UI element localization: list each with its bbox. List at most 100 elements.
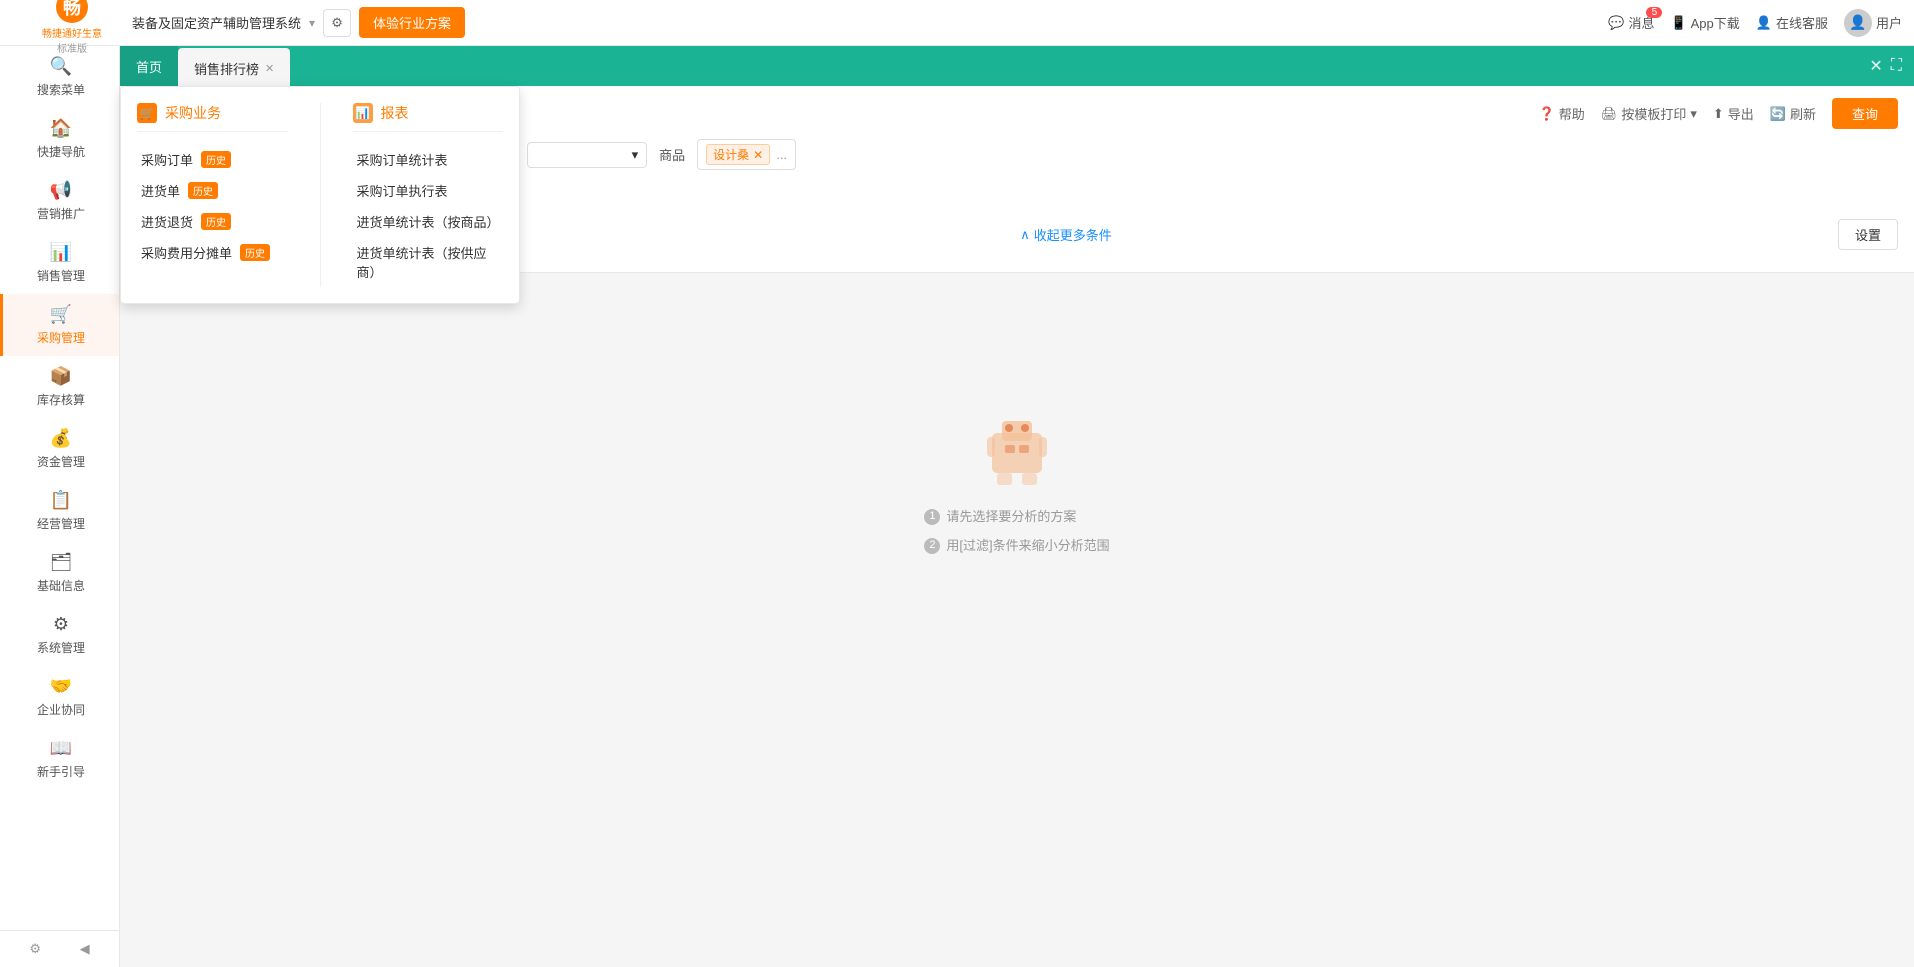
service-icon: 👤 <box>1756 15 1772 31</box>
sidebar-item-inventory[interactable]: 📦 库存核算 <box>0 356 119 418</box>
doc-status-select[interactable]: ▾ <box>527 142 647 168</box>
menu-item-order-stats[interactable]: 采购订单统计表 <box>353 144 504 175</box>
sidebar-item-marketing[interactable]: 📢 营销推广 <box>0 170 119 232</box>
print-label: 按模板打印 <box>1621 104 1686 123</box>
sidebar-label-operation: 经营管理 <box>37 515 85 532</box>
sidebar-item-capital[interactable]: 💰 资金管理 <box>0 418 119 480</box>
report-section: 📊 报表 采购订单统计表 采购订单执行表 进货单统计表（按商品） 进货单统计表（… <box>353 103 504 287</box>
basicinfo-icon: 🗂 <box>50 552 73 573</box>
help-icon: ❓ <box>1539 106 1555 122</box>
collapse-icon[interactable]: ◀ <box>80 941 90 957</box>
tab-sales-rank[interactable]: 销售排行榜 ✕ <box>178 48 290 88</box>
history-badge-4: 历史 <box>240 244 270 261</box>
export-icon: ⬆ <box>1713 106 1724 122</box>
sidebar-item-operation[interactable]: 📋 经营管理 <box>0 480 119 542</box>
menu-item-return[interactable]: 进货退货 历史 <box>137 206 288 237</box>
tab-close-icon[interactable]: ✕ <box>265 62 274 75</box>
empty-hint-1: 请先选择要分析的方案 <box>946 505 1076 528</box>
sidebar-item-quicknav[interactable]: 🏠 快捷导航 <box>0 108 119 170</box>
export-btn[interactable]: ⬆ 导出 <box>1713 104 1754 123</box>
order-stats-label: 采购订单统计表 <box>357 150 448 169</box>
logo-area: 畅 畅捷通好生意 标准版 <box>12 0 132 55</box>
goods-filter[interactable]: 设计桑 ✕ ... <box>697 139 796 170</box>
collapse-btn[interactable]: ∧ 收起更多条件 <box>1020 225 1112 244</box>
help-btn[interactable]: ❓ 帮助 <box>1539 104 1585 123</box>
empty-text: 1 请先选择要分析的方案 2 用[过滤]条件来缩小分析范围 <box>924 505 1109 558</box>
settings-bottom-icon[interactable]: ⚙ <box>29 941 41 957</box>
sidebar-item-system[interactable]: ⚙ 系统管理 <box>0 604 119 666</box>
tab-sales-rank-label: 销售排行榜 <box>194 59 259 78</box>
sidebar: 🔍 搜索菜单 🏠 快捷导航 📢 营销推广 📊 销售管理 🛒 采购管理 📦 库存核… <box>0 46 120 967</box>
refresh-label: 刷新 <box>1790 104 1816 123</box>
header-right: 💬 消息 5 📱 App下载 👤 在线客服 👤 用户 <box>1608 9 1902 37</box>
print-arrow-icon: ▾ <box>1690 106 1697 122</box>
collapse-label: 收起更多条件 <box>1034 225 1112 244</box>
sidebar-item-enterprise[interactable]: 🤝 企业协同 <box>0 666 119 728</box>
sidebar-label-guide: 新手引导 <box>37 763 85 780</box>
purchase-icon: 🛒 <box>50 304 72 325</box>
tab-bar: 首页 销售排行榜 ✕ ✕ ⛶ <box>120 46 1914 86</box>
system-title-area: 装备及固定资产辅助管理系统 ▾ ⚙ 体验行业方案 <box>132 7 1608 38</box>
sidebar-item-purchase[interactable]: 🛒 采购管理 <box>0 294 119 356</box>
report-section-title: 📊 报表 <box>353 103 504 132</box>
gear-button[interactable]: ⚙ <box>323 9 351 37</box>
empty-state: 1 请先选择要分析的方案 2 用[过滤]条件来缩小分析范围 <box>120 273 1914 678</box>
inventory-icon: 📦 <box>50 366 72 387</box>
online-service-item[interactable]: 👤 在线客服 <box>1756 13 1828 32</box>
tab-home-label: 首页 <box>136 57 162 76</box>
sidebar-item-guide[interactable]: 📖 新手引导 <box>0 728 119 790</box>
return-label: 进货退货 <box>141 212 193 231</box>
sidebar-label-quicknav: 快捷导航 <box>37 143 85 160</box>
sidebar-label-capital: 资金管理 <box>37 453 85 470</box>
title-arrow-icon[interactable]: ▾ <box>309 16 315 30</box>
empty-illustration <box>967 393 1067 493</box>
step-1-icon: 1 <box>924 509 940 525</box>
refresh-icon: 🔄 <box>1770 106 1786 122</box>
sales-icon: 📊 <box>50 242 72 263</box>
industry-btn[interactable]: 体验行业方案 <box>359 7 465 38</box>
menu-item-incoming-by-goods[interactable]: 进货单统计表（按商品） <box>353 206 504 237</box>
report-section-icon: 📊 <box>353 103 373 123</box>
tab-close-all-icon[interactable]: ✕ <box>1869 56 1882 76</box>
empty-hint-2: 用[过滤]条件来缩小分析范围 <box>946 534 1109 557</box>
menu-item-purchase-order[interactable]: 采购订单 历史 <box>137 144 288 175</box>
goods-tag-text: 设计桑 <box>713 146 749 163</box>
refresh-btn[interactable]: 🔄 刷新 <box>1770 104 1816 123</box>
goods-ellipsis[interactable]: ... <box>776 147 787 162</box>
history-badge-3: 历史 <box>201 213 231 230</box>
purchase-order-label: 采购订单 <box>141 150 193 169</box>
system-icon: ⚙ <box>53 614 69 635</box>
menu-item-incoming-by-supplier[interactable]: 进货单统计表（按供应商） <box>353 237 504 287</box>
sidebar-item-search[interactable]: 🔍 搜索菜单 <box>0 46 119 108</box>
order-exec-label: 采购订单执行表 <box>357 181 448 200</box>
sidebar-item-sales[interactable]: 📊 销售管理 <box>0 232 119 294</box>
menu-item-expense[interactable]: 采购费用分摊单 历史 <box>137 237 288 268</box>
sidebar-label-basicinfo: 基础信息 <box>37 577 85 594</box>
collapse-area: ∧ 收起更多条件 <box>306 225 1826 244</box>
sidebar-label-enterprise: 企业协同 <box>37 701 85 718</box>
menu-item-incoming[interactable]: 进货单 历史 <box>137 175 288 206</box>
print-btn[interactable]: 🖨 按模板打印 ▾ <box>1601 104 1697 123</box>
purchase-section-label: 采购业务 <box>165 103 221 123</box>
doc-status-arrow: ▾ <box>632 147 639 163</box>
logo-text: 畅捷通好生意 <box>42 25 102 40</box>
sidebar-item-basicinfo[interactable]: 🗂 基础信息 <box>0 542 119 604</box>
sidebar-label-purchase: 采购管理 <box>37 329 85 346</box>
app-download-item[interactable]: 📱 App下载 <box>1670 13 1739 32</box>
purchase-section-title: 🛒 采购业务 <box>137 103 288 132</box>
collapse-up-icon: ∧ <box>1020 227 1030 243</box>
query-button[interactable]: 查询 <box>1832 98 1898 129</box>
dropdown-menu: 🛒 采购业务 采购订单 历史 进货单 历史 进货退货 历史 采购费用分摊单 历史… <box>120 86 520 304</box>
menu-divider <box>320 103 321 287</box>
settings-button[interactable]: 设置 <box>1838 219 1898 250</box>
message-badge: 5 <box>1646 7 1662 18</box>
user-item[interactable]: 👤 用户 <box>1844 9 1902 37</box>
report-section-label: 报表 <box>381 103 409 123</box>
message-item[interactable]: 💬 消息 5 <box>1608 13 1654 32</box>
sidebar-label-search: 搜索菜单 <box>37 81 85 98</box>
tab-expand-icon[interactable]: ⛶ <box>1891 57 1902 75</box>
goods-tag-close[interactable]: ✕ <box>753 148 763 162</box>
capital-icon: 💰 <box>50 428 72 449</box>
history-badge-1: 历史 <box>201 151 231 168</box>
menu-item-order-exec[interactable]: 采购订单执行表 <box>353 175 504 206</box>
